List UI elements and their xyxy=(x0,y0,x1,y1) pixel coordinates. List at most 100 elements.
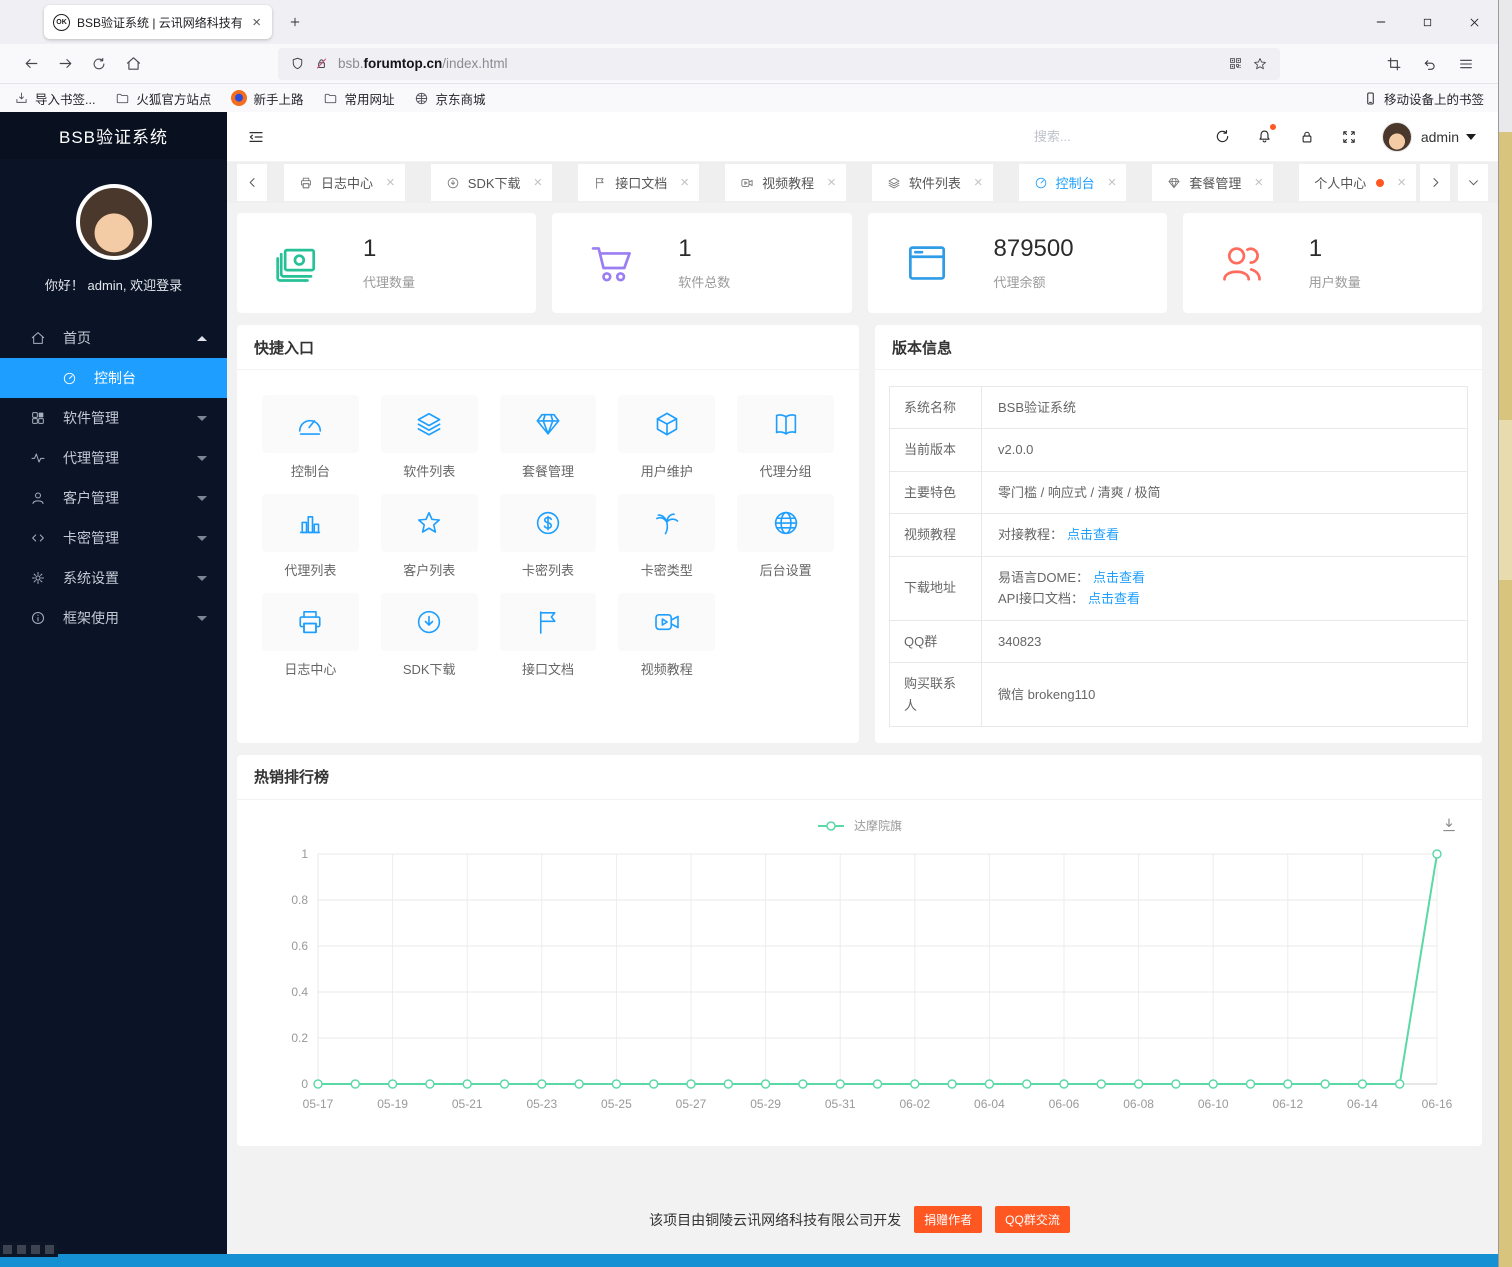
bookmark-common-sites[interactable]: 常用网址 xyxy=(323,89,394,108)
close-icon[interactable]: × xyxy=(1397,174,1406,191)
minimize-button[interactable] xyxy=(1357,0,1404,44)
downloadCircle-icon xyxy=(447,177,459,188)
sidebar-item-console[interactable]: 控制台 xyxy=(0,358,227,398)
browser-tab[interactable]: OK BSB验证系统 | 云讯网络科技有 × xyxy=(44,5,272,39)
qr-code-icon[interactable] xyxy=(1228,56,1243,71)
tabs-scroll-right[interactable] xyxy=(1420,164,1450,201)
maximize-button[interactable] xyxy=(1404,0,1451,44)
sidebar-collapse-icon[interactable] xyxy=(247,128,265,146)
avatar[interactable] xyxy=(75,184,152,260)
sidebar-item-system-settings[interactable]: 系统设置 xyxy=(0,558,227,598)
quick-entry-customer-list[interactable]: 客户列表 xyxy=(380,494,478,579)
new-tab-button[interactable] xyxy=(288,15,302,29)
svg-text:06-04: 06-04 xyxy=(974,1097,1005,1111)
tab-software-list[interactable]: 软件列表 × xyxy=(871,164,993,201)
link-click-to-view[interactable]: 点击查看 xyxy=(1093,570,1145,585)
close-icon[interactable]: × xyxy=(1108,174,1117,191)
qq-group-chat-button[interactable]: QQ群交流 xyxy=(995,1206,1070,1234)
donate-author-button[interactable]: 捐赠作者 xyxy=(914,1206,983,1234)
tabs-scroll-left[interactable] xyxy=(237,164,267,201)
phone-icon xyxy=(1367,92,1374,105)
quick-entry-console[interactable]: 控制台 xyxy=(262,395,359,480)
menu-hamburger-icon[interactable] xyxy=(1458,56,1474,72)
downloadCircle-icon xyxy=(417,610,441,634)
bookmark-jd-mall[interactable]: 京东商城 xyxy=(414,89,485,108)
sidebar-item-framework-usage[interactable]: 框架使用 xyxy=(0,598,227,638)
link-click-to-view[interactable]: 点击查看 xyxy=(1067,527,1119,542)
fullscreen-icon[interactable] xyxy=(1328,112,1370,162)
close-icon[interactable]: × xyxy=(680,174,689,191)
username[interactable]: admin xyxy=(1421,129,1459,145)
url-bar[interactable]: bsb.forumtop.cn/index.html xyxy=(278,47,1280,80)
quick-entry-agent-group[interactable]: 代理分组 xyxy=(737,395,834,480)
panel-title: 快捷入口 xyxy=(237,325,859,370)
shield-icon[interactable] xyxy=(290,56,305,71)
forward-button[interactable] xyxy=(48,48,82,80)
bookmark-getting-started[interactable]: 新手上路 xyxy=(231,89,303,108)
sidebar-item-label: 控制台 xyxy=(94,370,136,386)
chevron-down-icon xyxy=(197,535,207,541)
reload-button[interactable] xyxy=(82,48,116,80)
quick-entry-user-maintenance[interactable]: 用户维护 xyxy=(618,395,716,480)
tab-close-icon[interactable]: × xyxy=(250,15,263,30)
sidebar-item-home[interactable]: 首页 xyxy=(0,318,227,358)
quick-entry-api-docs[interactable]: 接口文档 xyxy=(499,593,597,678)
close-icon[interactable]: × xyxy=(1254,174,1263,191)
tab-console[interactable]: 控制台 × xyxy=(1018,164,1127,201)
notifications-bell-icon[interactable] xyxy=(1244,112,1286,162)
quick-entry-software-list[interactable]: 软件列表 xyxy=(380,395,478,480)
undo-arrow-icon[interactable] xyxy=(1422,56,1438,72)
screenshot-crop-icon[interactable] xyxy=(1386,56,1402,72)
quick-entry-log-center[interactable]: 日志中心 xyxy=(262,593,359,678)
bookmark-star-icon[interactable] xyxy=(1252,56,1268,72)
quick-entry-package-management[interactable]: 套餐管理 xyxy=(499,395,597,480)
tab-sdk-download[interactable]: SDK下载 × xyxy=(430,164,553,201)
chart-legend[interactable]: 达摩院旗 xyxy=(253,812,1466,840)
row-label: 系统名称 xyxy=(889,385,982,430)
crop-icon xyxy=(1387,57,1401,70)
topbar: admin xyxy=(227,112,1498,162)
tab-log-center[interactable]: 日志中心 × xyxy=(284,164,405,201)
row-value: BSB验证系统 xyxy=(981,385,1468,430)
tabs-menu-dropdown[interactable] xyxy=(1458,164,1488,201)
link-click-to-view[interactable]: 点击查看 xyxy=(1088,591,1140,606)
url-text[interactable]: bsb.forumtop.cn/index.html xyxy=(338,56,1219,71)
quick-entry-backend-settings[interactable]: 后台设置 xyxy=(737,494,834,579)
gem-icon xyxy=(1169,177,1180,188)
sidebar-item-card-key-management[interactable]: 卡密管理 xyxy=(0,518,227,558)
tab-personal-center[interactable]: 个人中心 × xyxy=(1299,164,1416,201)
refresh-icon[interactable] xyxy=(1202,112,1244,162)
flag-icon xyxy=(539,611,556,634)
close-button[interactable] xyxy=(1451,0,1498,44)
tab-api-docs[interactable]: 接口文档 × xyxy=(578,164,700,201)
lock-screen-icon[interactable] xyxy=(1286,112,1328,162)
download-export-icon[interactable] xyxy=(1440,816,1458,834)
close-icon[interactable]: × xyxy=(386,174,395,191)
tab-package-management[interactable]: 套餐管理 × xyxy=(1152,164,1274,201)
back-button[interactable] xyxy=(14,48,48,80)
stat-cards: 1 代理数量 1 软件总数 879500 代理余额 1 用户数量 xyxy=(237,213,1482,313)
home-button[interactable] xyxy=(116,48,150,80)
shield-icon xyxy=(292,57,303,70)
quick-entry-video-tutorial[interactable]: 视频教程 xyxy=(618,593,716,678)
lock-crossed-icon[interactable] xyxy=(314,56,329,71)
chevron-down-icon[interactable] xyxy=(1466,133,1476,140)
sidebar-item-customer-management[interactable]: 客户管理 xyxy=(0,478,227,518)
sidebar-item-software-management[interactable]: 软件管理 xyxy=(0,398,227,438)
closeX-icon xyxy=(1470,18,1479,26)
user-avatar[interactable] xyxy=(1381,121,1412,152)
quick-entry-sdk-download[interactable]: SDK下载 xyxy=(380,593,478,678)
close-icon[interactable]: × xyxy=(827,174,836,191)
close-icon[interactable]: × xyxy=(974,174,983,191)
mobile-bookmarks[interactable]: 移动设备上的书签 xyxy=(1363,89,1484,108)
tab-video-tutorial[interactable]: 视频教程 × xyxy=(725,164,846,201)
sidebar-item-agent-management[interactable]: 代理管理 xyxy=(0,438,227,478)
version-row-current-version: 当前版本 v2.0.0 xyxy=(889,428,1468,472)
quick-entry-card-key-type[interactable]: 卡密类型 xyxy=(618,494,716,579)
search-input[interactable] xyxy=(1033,129,1162,144)
bookmark-firefox-official[interactable]: 火狐官方站点 xyxy=(115,89,211,108)
quick-entry-card-key-list[interactable]: 卡密列表 xyxy=(499,494,597,579)
close-icon[interactable]: × xyxy=(534,174,543,191)
bookmark-import-bookmarks[interactable]: 导入书签... xyxy=(14,89,95,108)
quick-entry-agent-list[interactable]: 代理列表 xyxy=(262,494,359,579)
